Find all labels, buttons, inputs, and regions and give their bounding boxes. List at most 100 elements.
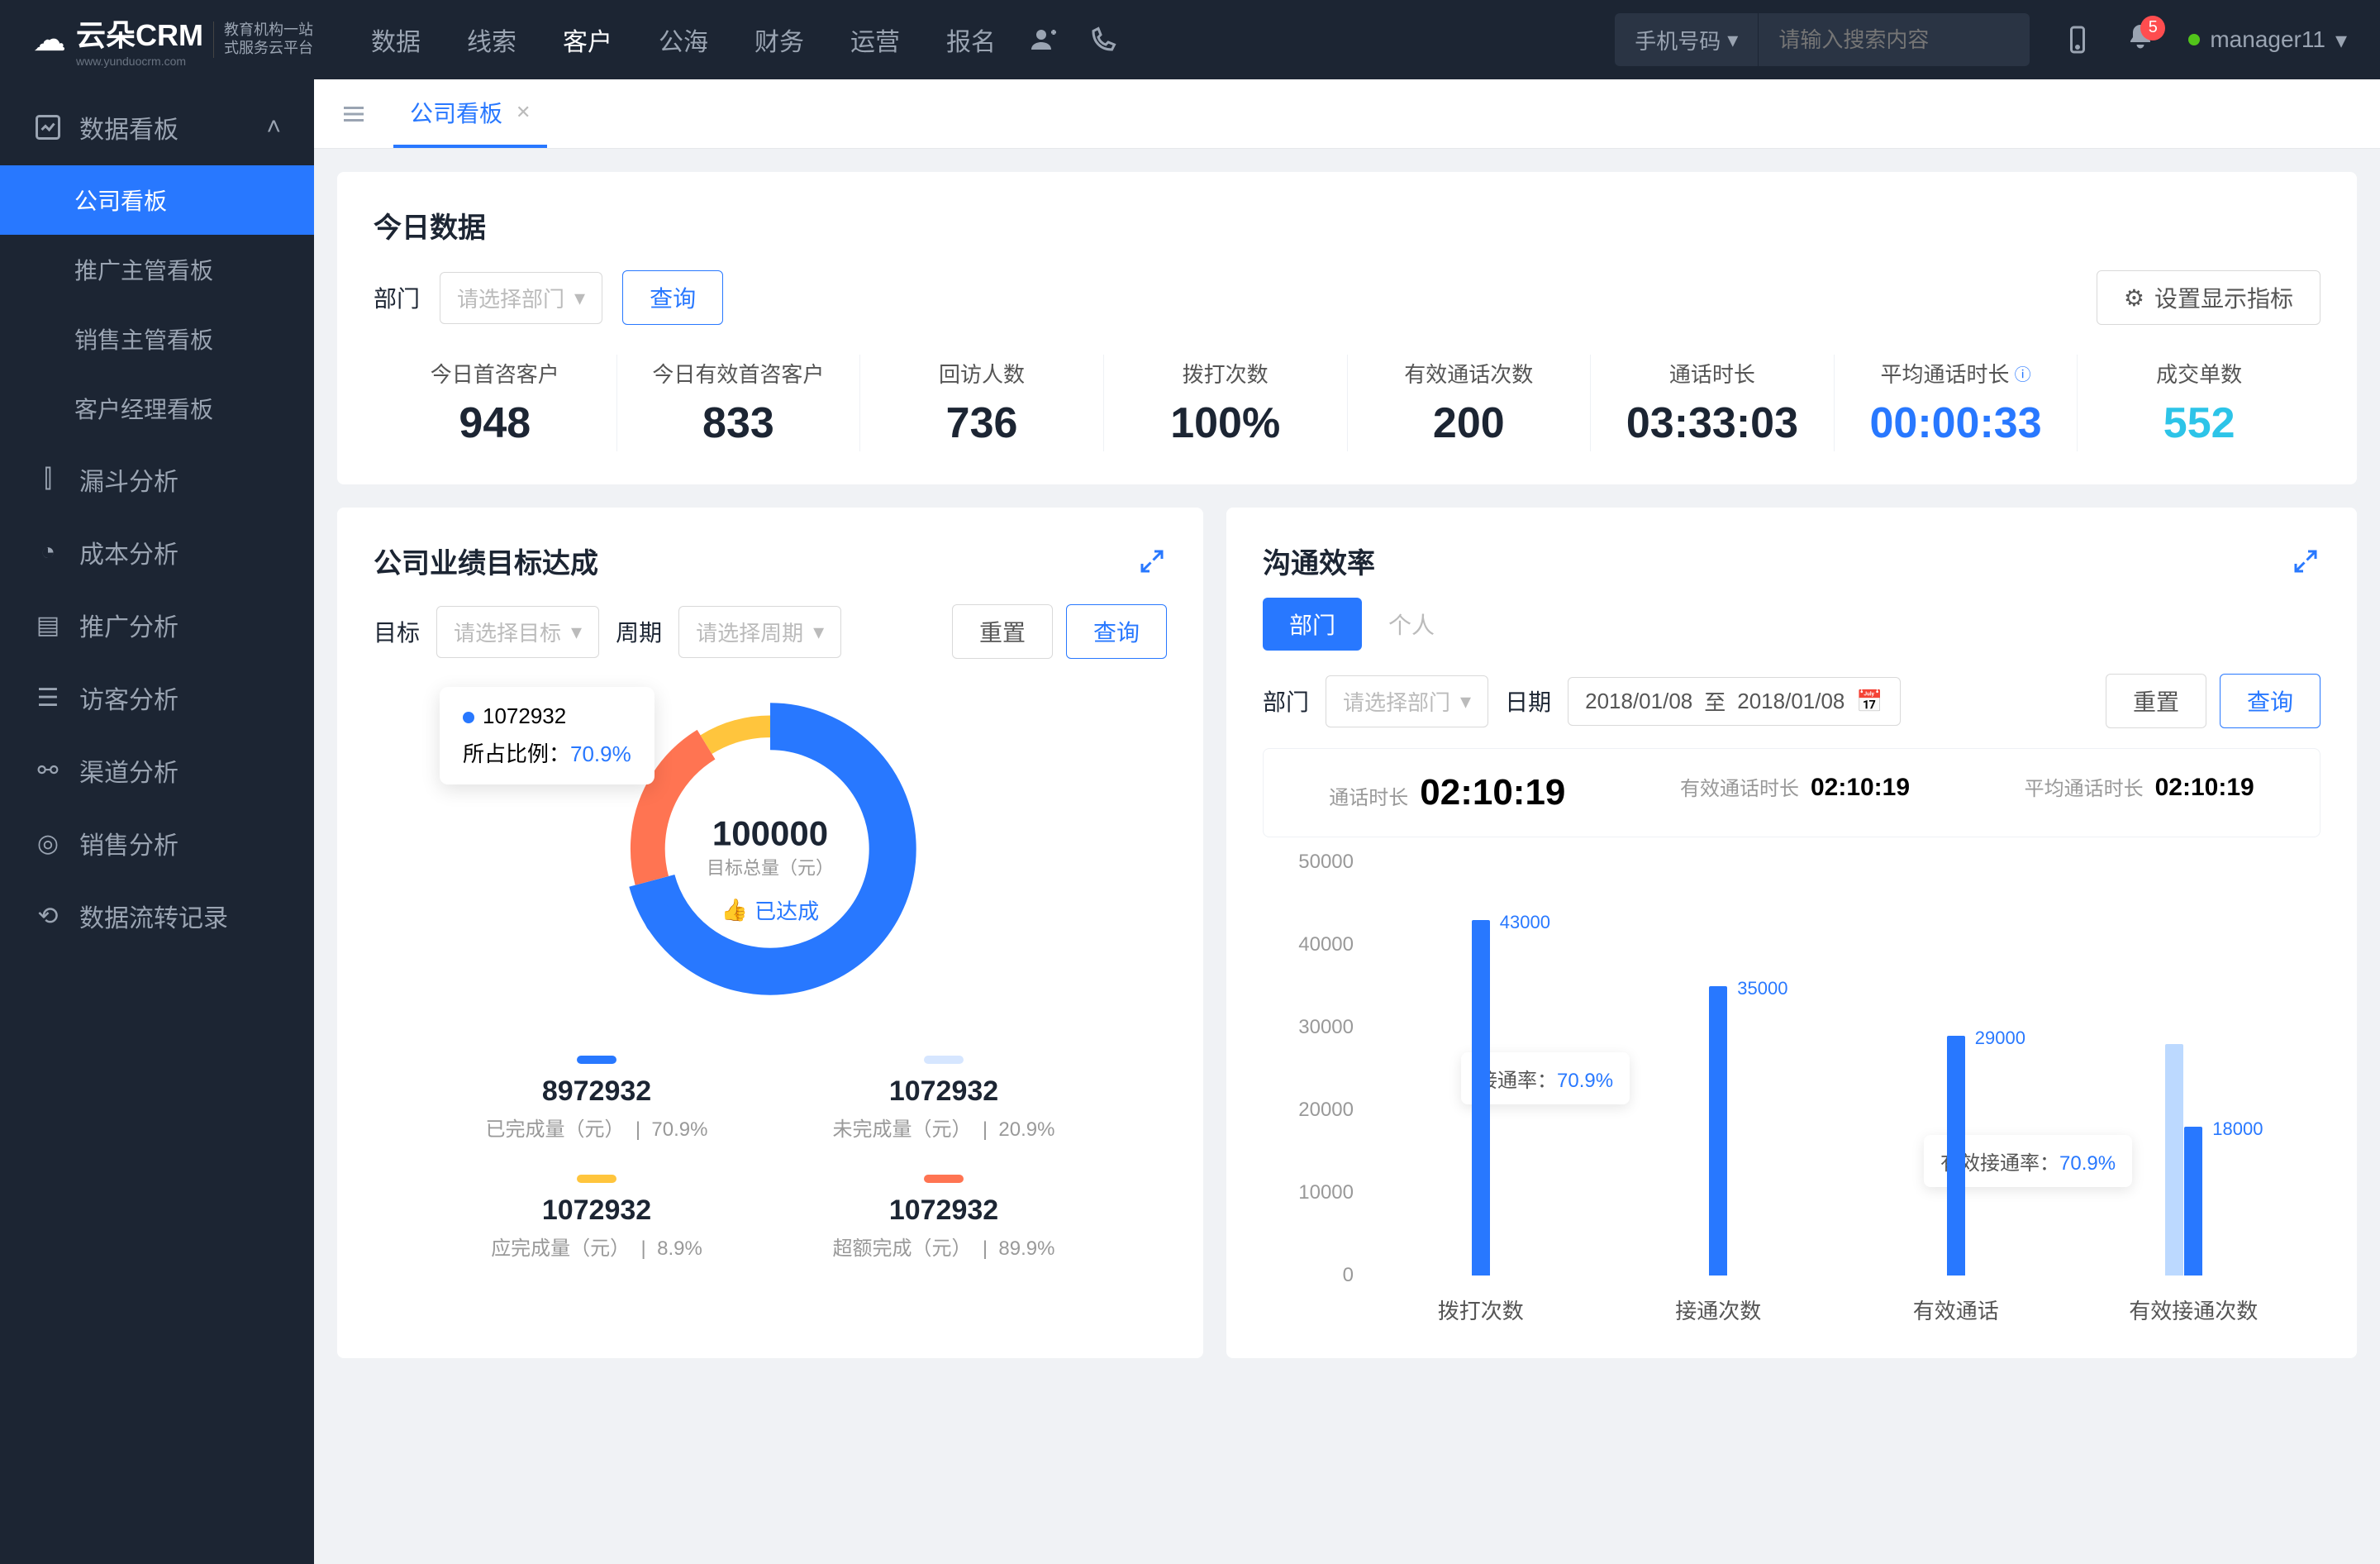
date-range-input[interactable]: 2018/01/08 至 2018/01/08 📅 bbox=[1568, 677, 1901, 726]
y-tick: 0 bbox=[1343, 1264, 1354, 1287]
close-icon[interactable]: ✕ bbox=[516, 102, 531, 123]
nav-item[interactable]: 财务 bbox=[754, 21, 804, 58]
dashboard-icon bbox=[33, 112, 63, 142]
search-box: 手机号码 ▾ bbox=[1615, 13, 2030, 66]
sidebar-item[interactable]: 推广主管看板 bbox=[0, 235, 314, 304]
bar bbox=[1947, 1036, 1965, 1276]
badge-count: 5 bbox=[2140, 16, 2165, 41]
sidebar-item[interactable]: ⫿漏斗分析 bbox=[0, 443, 314, 516]
search-input[interactable] bbox=[1759, 27, 1990, 53]
sidebar-item[interactable]: ⟲数据流转记录 bbox=[0, 880, 314, 952]
sidebar-item[interactable]: ◎销售分析 bbox=[0, 807, 314, 880]
nav-item[interactable]: 数据 bbox=[371, 21, 421, 58]
sidebar-item[interactable]: ◔成本分析 bbox=[0, 516, 314, 589]
dept-select[interactable]: 请选择部门▾ bbox=[1326, 675, 1488, 727]
menu-toggle-icon[interactable] bbox=[339, 99, 369, 129]
thumbs-up-icon: 👍 bbox=[721, 898, 748, 923]
bar bbox=[1472, 920, 1490, 1276]
logo-subtitle: 教育机构一站 式服务云平台 bbox=[213, 21, 313, 57]
chart-tooltip: 1072932 所占比例：70.9% bbox=[440, 687, 654, 784]
bar-chart: 01000020000300004000050000 接通率：70.9% 有效接… bbox=[1263, 862, 2320, 1325]
sidebar-item[interactable]: 客户经理看板 bbox=[0, 374, 314, 443]
nav-item[interactable]: 公海 bbox=[659, 21, 708, 58]
legend-item: 8972932已完成量（元） | 70.9% bbox=[423, 1056, 770, 1142]
x-label: 接通次数 bbox=[1600, 1295, 1838, 1325]
header-bar: ☁ 云朵CRM www.yunduocrm.com 教育机构一站 式服务云平台 … bbox=[0, 0, 2380, 79]
sidebar-item[interactable]: ⚯渠道分析 bbox=[0, 734, 314, 807]
target-label: 目标 bbox=[374, 615, 420, 648]
x-label: 有效通话 bbox=[1837, 1295, 2075, 1325]
bar-value-label: 35000 bbox=[1737, 978, 1787, 999]
y-tick: 10000 bbox=[1298, 1181, 1354, 1204]
expand-icon[interactable] bbox=[2291, 546, 2320, 576]
stat-item: 有效通话次数200 bbox=[1348, 355, 1592, 451]
chevron-up-icon: ˄ bbox=[266, 113, 281, 141]
stat-item: 平均通话时长ⓘ00:00:33 bbox=[1835, 355, 2078, 451]
menu-icon: ⫿ bbox=[33, 465, 63, 494]
nav-item[interactable]: 运营 bbox=[850, 21, 900, 58]
user-add-icon[interactable] bbox=[1029, 25, 1059, 55]
sidebar-item[interactable]: ▤推广分析 bbox=[0, 589, 314, 661]
main-content: 公司看板 ✕ 今日数据 部门 请选择部门 ▾ 查询 bbox=[314, 79, 2380, 1564]
x-label: 拨打次数 bbox=[1362, 1295, 1600, 1325]
date-label: 日期 bbox=[1505, 684, 1551, 718]
pill-dept[interactable]: 部门 bbox=[1263, 598, 1362, 651]
expand-icon[interactable] bbox=[1137, 546, 1167, 576]
stat-item: 拨打次数100% bbox=[1104, 355, 1348, 451]
card-title: 沟通效率 bbox=[1263, 541, 1375, 581]
main-nav: 数据 线索 客户 公海 财务 运营 报名 bbox=[371, 21, 996, 58]
user-menu[interactable]: manager11 ▾ bbox=[2188, 26, 2347, 54]
query-button[interactable]: 查询 bbox=[622, 270, 723, 325]
today-data-card: 今日数据 部门 请选择部门 ▾ 查询 ⚙ 设置显示指标 bbox=[337, 172, 2357, 484]
y-tick: 50000 bbox=[1298, 851, 1354, 874]
chevron-down-icon: ▾ bbox=[813, 619, 824, 645]
query-button[interactable]: 查询 bbox=[2220, 674, 2320, 728]
search-icon[interactable] bbox=[1990, 25, 2030, 55]
sidebar-item[interactable]: 销售主管看板 bbox=[0, 304, 314, 374]
chevron-down-icon: ▾ bbox=[574, 285, 585, 311]
stat-item: 今日首咨客户948 bbox=[374, 355, 617, 451]
reset-button[interactable]: 重置 bbox=[2106, 674, 2206, 728]
card-title: 今日数据 bbox=[374, 205, 2320, 246]
reset-button[interactable]: 重置 bbox=[952, 604, 1053, 659]
time-stat: 有效通话时长02:10:19 bbox=[1680, 772, 1910, 813]
bar-value-label: 43000 bbox=[1500, 912, 1550, 933]
communication-card: 沟通效率 部门 个人 部门 请选择部门▾ 日期 2018/01/08 至 bbox=[1226, 508, 2357, 1358]
stat-item: 今日有效首咨客户833 bbox=[617, 355, 861, 451]
target-select[interactable]: 请选择目标▾ bbox=[436, 606, 599, 658]
nav-item[interactable]: 报名 bbox=[946, 21, 996, 58]
menu-icon: ▤ bbox=[33, 610, 63, 640]
time-stat: 平均通话时长02:10:19 bbox=[2025, 772, 2254, 813]
y-tick: 30000 bbox=[1298, 1016, 1354, 1039]
legend-item: 1072932未完成量（元） | 20.9% bbox=[770, 1056, 1117, 1142]
logo-icon: ☁ bbox=[33, 21, 66, 59]
query-button[interactable]: 查询 bbox=[1066, 604, 1167, 659]
logo-url: www.yunduocrm.com bbox=[76, 55, 203, 68]
tabs-bar: 公司看板 ✕ bbox=[314, 79, 2380, 149]
legend-item: 1072932超额完成（元） | 89.9% bbox=[770, 1175, 1117, 1261]
nav-item[interactable]: 客户 bbox=[563, 21, 612, 58]
search-type-select[interactable]: 手机号码 ▾ bbox=[1615, 13, 1759, 66]
notification-bell[interactable]: 5 bbox=[2125, 22, 2155, 58]
bar-value-label: 29000 bbox=[1975, 1028, 2025, 1049]
pill-person[interactable]: 个人 bbox=[1362, 598, 1461, 651]
donut-chart: 1072932 所占比例：70.9% 100000 目标总量（元） 👍已达成 bbox=[374, 692, 1167, 1047]
menu-icon: ⚯ bbox=[33, 756, 63, 785]
period-select[interactable]: 请选择周期▾ bbox=[678, 606, 841, 658]
card-title: 公司业绩目标达成 bbox=[374, 541, 598, 581]
gear-icon: ⚙ bbox=[2124, 284, 2144, 312]
sidebar-item[interactable]: ☰访客分析 bbox=[0, 661, 314, 734]
tab-company-board[interactable]: 公司看板 ✕ bbox=[393, 79, 547, 148]
dept-select[interactable]: 请选择部门 ▾ bbox=[440, 272, 602, 324]
time-stat: 通话时长02:10:19 bbox=[1329, 772, 1565, 813]
stat-item: 回访人数736 bbox=[860, 355, 1104, 451]
chevron-down-icon: ▾ bbox=[571, 619, 582, 645]
sidebar-item[interactable]: 公司看板 bbox=[0, 165, 314, 235]
dept-label: 部门 bbox=[374, 281, 420, 314]
settings-metrics-button[interactable]: ⚙ 设置显示指标 bbox=[2097, 270, 2320, 325]
phone-icon[interactable] bbox=[1088, 25, 1118, 55]
sidebar-group-dashboard[interactable]: 数据看板 ˄ bbox=[0, 89, 314, 165]
mobile-icon[interactable] bbox=[2063, 25, 2092, 55]
info-icon: ⓘ bbox=[2015, 361, 2031, 385]
nav-item[interactable]: 线索 bbox=[467, 21, 516, 58]
